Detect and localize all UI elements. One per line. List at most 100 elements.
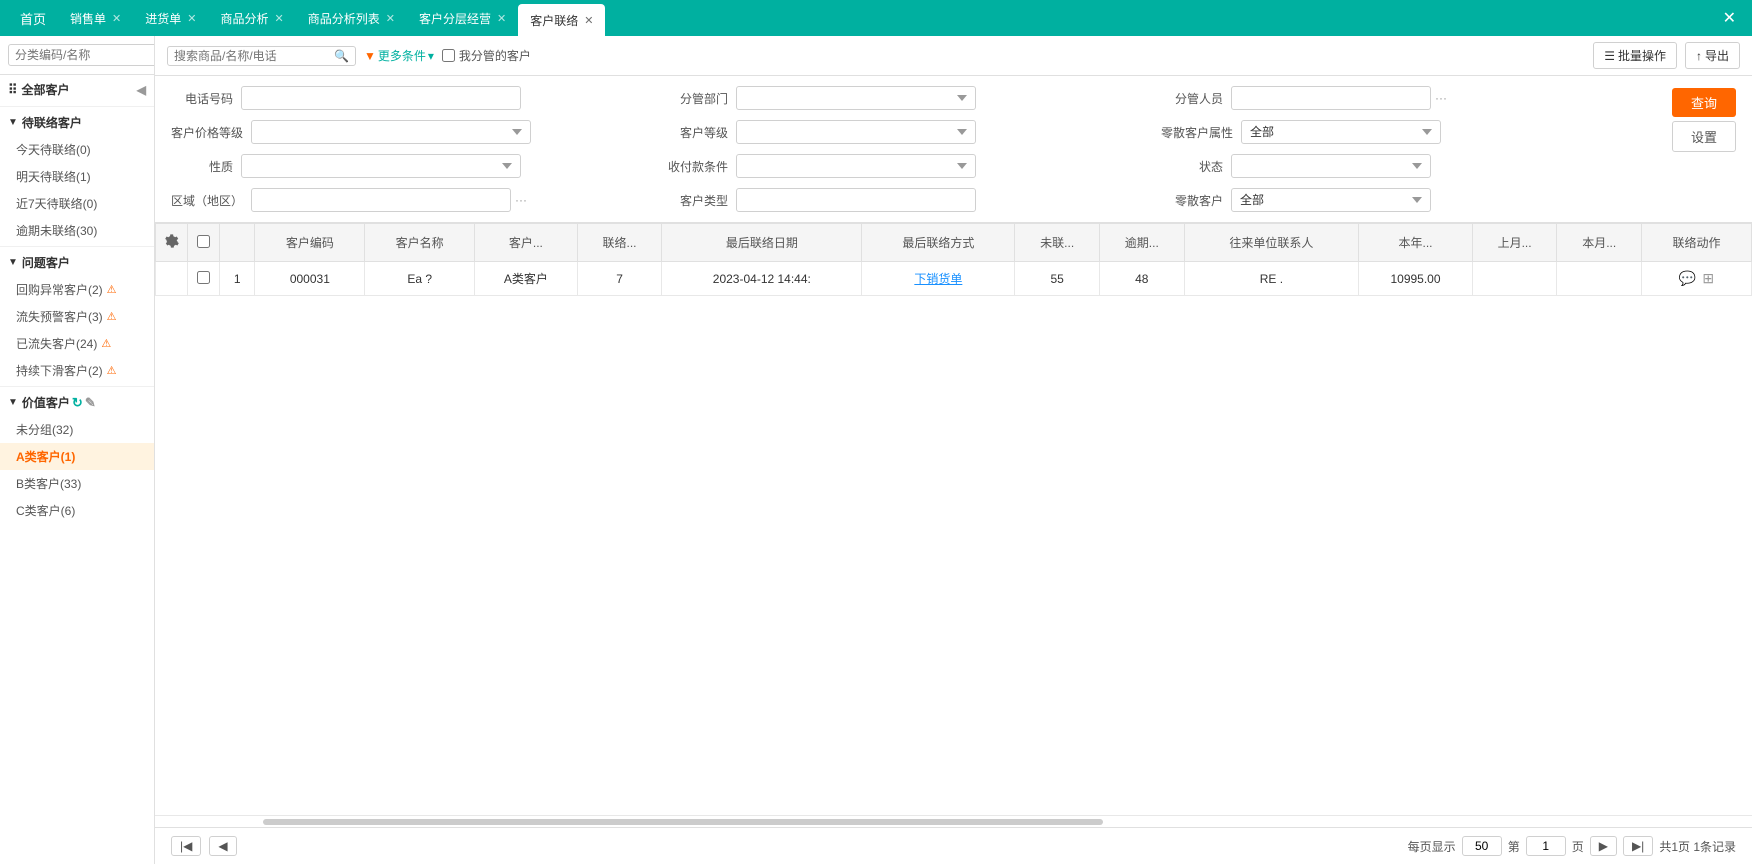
scrollbar-thumb[interactable] [263, 819, 1103, 825]
sidebar-value-group[interactable]: ▼ 价值客户 ↻ ✎ [0, 389, 154, 416]
retail-select[interactable]: 全部 [1231, 188, 1431, 212]
col-last-method: 最后联络方式 [862, 224, 1015, 262]
type-input[interactable] [736, 188, 976, 212]
col-this-year: 本年... [1359, 224, 1473, 262]
close-icon[interactable]: ✕ [497, 12, 506, 25]
sidebar-item-tomorrow[interactable]: 明天待联络(1) [0, 163, 154, 190]
sidebar-item-c-class[interactable]: C类客户(6) [0, 497, 154, 524]
region-input[interactable] [251, 188, 511, 212]
filter-actions: 查询 设置 [1656, 86, 1736, 152]
cell-code: 000031 [255, 262, 365, 296]
sidebar-item-repurchase-abnormal[interactable]: 回购异常客户(2) ⚠ [0, 276, 154, 303]
filter-cell-phone: 电话号码 [171, 86, 666, 110]
settings-button[interactable]: 设置 [1672, 121, 1736, 152]
nav-tab-customer-layer[interactable]: 客户分层经营 ✕ [407, 0, 518, 36]
toolbar-right: ☰ 批量操作 ↑ 导出 [1593, 42, 1740, 69]
export-button[interactable]: ↑ 导出 [1685, 42, 1740, 69]
per-page-input[interactable] [1462, 836, 1502, 856]
person-input[interactable] [1231, 86, 1431, 110]
close-icon[interactable]: ✕ [187, 12, 196, 25]
sidebar-item-today[interactable]: 今天待联络(0) [0, 136, 154, 163]
cell-contact: 7 [577, 262, 662, 296]
cell-checkbox [188, 262, 220, 296]
col-last-month: 上月... [1472, 224, 1557, 262]
payment-select[interactable] [736, 154, 976, 178]
person-more-icon[interactable]: ··· [1435, 91, 1447, 105]
grade-select[interactable] [736, 120, 976, 144]
row-checkbox[interactable] [197, 271, 210, 284]
filter-cell-person: 分管人员 ··· [1161, 86, 1656, 110]
last-page-button[interactable]: ▶| [1623, 836, 1653, 856]
content-area: 🔍 ▼ 更多条件 ▾ 我分管的客户 ☰ 批量操作 ↑ 导出 [155, 36, 1752, 864]
col-grade: 客户... [475, 224, 578, 262]
edit-icon[interactable]: ✎ [85, 395, 96, 411]
batch-op-button[interactable]: ☰ 批量操作 [1593, 42, 1677, 69]
filter-cell-grade: 客户等级 [666, 120, 1161, 144]
qr-icon[interactable]: ⊞ [1702, 270, 1714, 287]
close-icon[interactable]: ✕ [275, 12, 284, 25]
sidebar-item-overdue[interactable]: 逾期未联络(30) [0, 217, 154, 244]
sidebar-item-no-group[interactable]: 未分组(32) [0, 416, 154, 443]
filter-row-4: 区域（地区） ··· 客户类型 零散客户 全部 [171, 188, 1656, 212]
warn-icon: ⚠ [107, 283, 117, 296]
chat-icon[interactable]: 💬 [1679, 270, 1696, 287]
col-checkbox [188, 224, 220, 262]
nav-tab-customer-contact[interactable]: 客户联络 ✕ [518, 4, 605, 36]
filter-cell-retail-attr: 零散客户属性 全部 [1161, 120, 1656, 144]
main-layout: 🔍 ⠿ 全部客户 ◀ ▼ 待联络客户 今天待联络(0) 明天待联络(1) 近7天… [0, 36, 1752, 864]
first-page-button[interactable]: |◀ [171, 836, 201, 856]
toolbar-search-wrap: 🔍 [167, 46, 356, 66]
status-select[interactable] [1231, 154, 1431, 178]
toolbar-search-input[interactable] [174, 49, 334, 63]
customer-table: 客户编码 客户名称 客户... 联络... 最后联络日期 最后联络方式 未联..… [155, 223, 1752, 296]
my-customer-checkbox[interactable] [442, 49, 455, 62]
nav-home[interactable]: 首页 [8, 9, 58, 28]
sidebar: 🔍 ⠿ 全部客户 ◀ ▼ 待联络客户 今天待联络(0) 明天待联络(1) 近7天… [0, 36, 155, 864]
sidebar-item-churn-warning[interactable]: 流失预警客户(3) ⚠ [0, 303, 154, 330]
sidebar-item-a-class[interactable]: A类客户(1) [0, 443, 154, 470]
gear-icon[interactable] [163, 232, 181, 250]
sidebar-item-7days[interactable]: 近7天待联络(0) [0, 190, 154, 217]
warn-icon: ⚠ [107, 310, 117, 323]
phone-input[interactable] [241, 86, 521, 110]
prev-page-button[interactable]: ◀ [209, 836, 236, 856]
retail-attr-label: 零散客户属性 [1161, 124, 1241, 141]
sidebar-item-churned[interactable]: 已流失客户(24) ⚠ [0, 330, 154, 357]
col-gear [156, 224, 188, 262]
nav-tab-purchase[interactable]: 进货单 ✕ [133, 0, 208, 36]
sidebar-wait-contact-group[interactable]: ▼ 待联络客户 [0, 109, 154, 136]
sidebar-item-b-class[interactable]: B类客户(33) [0, 470, 154, 497]
refresh-icon[interactable]: ↻ [72, 395, 83, 411]
toolbar: 🔍 ▼ 更多条件 ▾ 我分管的客户 ☰ 批量操作 ↑ 导出 [155, 36, 1752, 76]
page-number-input[interactable] [1526, 836, 1566, 856]
price-grade-select[interactable] [251, 120, 531, 144]
dept-select[interactable] [736, 86, 976, 110]
filter-more-button[interactable]: ▼ 更多条件 ▾ [364, 47, 434, 64]
col-index [220, 224, 255, 262]
close-icon[interactable]: ✕ [584, 14, 593, 27]
table-select-all[interactable] [197, 235, 210, 248]
nav-tab-sales[interactable]: 销售单 ✕ [58, 0, 133, 36]
next-page-button[interactable]: ▶ [1590, 836, 1617, 856]
filter-cell-price-grade: 客户价格等级 [171, 120, 666, 144]
close-all-tabs-button[interactable]: ✕ [1715, 8, 1744, 28]
nav-tab-analysis-list[interactable]: 商品分析列表 ✕ [296, 0, 407, 36]
sidebar-all-customers[interactable]: ⠿ 全部客户 ◀ [0, 75, 154, 104]
query-button[interactable]: 查询 [1672, 88, 1736, 117]
toolbar-search-icon[interactable]: 🔍 [334, 49, 349, 63]
nature-select[interactable] [241, 154, 521, 178]
last-method-link[interactable]: 下销货单 [914, 272, 962, 286]
arrow-icon: ▼ [8, 397, 18, 408]
region-more-icon[interactable]: ··· [515, 193, 527, 207]
close-icon[interactable]: ✕ [112, 12, 121, 25]
retail-attr-select[interactable]: 全部 [1241, 120, 1441, 144]
close-icon[interactable]: ✕ [386, 12, 395, 25]
cell-name: Ea ? [365, 262, 475, 296]
horizontal-scrollbar[interactable] [155, 815, 1752, 827]
sidebar-item-declining[interactable]: 持续下滑客户(2) ⚠ [0, 357, 154, 384]
sidebar-problem-group[interactable]: ▼ 问题客户 [0, 249, 154, 276]
sidebar-search-input[interactable] [8, 44, 155, 66]
cell-gear [156, 262, 188, 296]
collapse-icon: ◀ [137, 83, 146, 97]
nav-tab-analysis[interactable]: 商品分析 ✕ [208, 0, 295, 36]
